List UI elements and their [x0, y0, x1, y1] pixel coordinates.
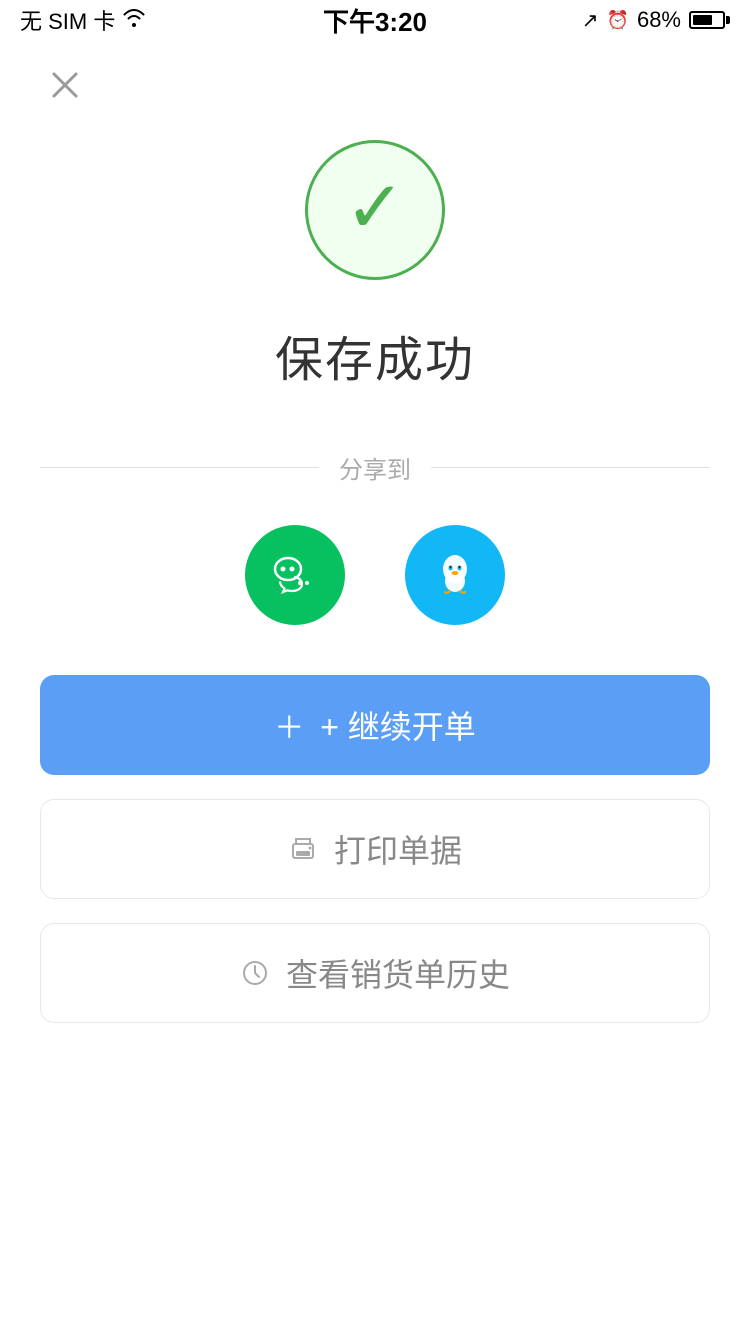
history-button[interactable]: 查看销货单历史	[40, 923, 710, 1023]
check-icon: ✓	[345, 172, 405, 244]
battery-icon	[689, 11, 730, 29]
share-divider-row: 分享到	[40, 450, 710, 485]
success-circle: ✓	[305, 140, 445, 280]
share-icons-row	[40, 525, 710, 625]
battery-label: 68%	[637, 7, 681, 33]
share-label: 分享到	[339, 450, 411, 485]
status-left: 无 SIM 卡	[20, 4, 145, 36]
plus-icon: ＋	[274, 703, 304, 747]
status-time: 下午3:20	[323, 2, 427, 39]
divider-left	[40, 467, 319, 468]
location-icon: ↗	[582, 8, 599, 33]
wifi-icon	[123, 7, 145, 33]
close-button[interactable]	[40, 60, 90, 110]
divider-right	[431, 467, 710, 468]
main-content: ✓ 保存成功 分享到	[0, 40, 750, 1063]
success-title: 保存成功	[275, 320, 475, 390]
history-label: 查看销货单历史	[286, 950, 510, 996]
alarm-icon: ⏰	[607, 10, 629, 31]
status-bar: 无 SIM 卡 下午3:20 ↗ ⏰ 68%	[0, 0, 750, 40]
qq-share-button[interactable]	[405, 525, 505, 625]
print-label: 打印单据	[334, 826, 462, 872]
printer-icon	[288, 834, 318, 864]
share-section: 分享到	[40, 450, 710, 625]
status-right: ↗ ⏰ 68%	[582, 7, 730, 33]
carrier-label: 无 SIM 卡	[20, 4, 115, 36]
wechat-share-button[interactable]	[245, 525, 345, 625]
continue-label: + 继续开单	[320, 702, 476, 748]
continue-button[interactable]: ＋ + 继续开单	[40, 675, 710, 775]
actions-section: ＋ + 继续开单 打印单据 查看销货单历	[40, 675, 710, 1023]
history-icon	[240, 958, 270, 988]
print-button[interactable]: 打印单据	[40, 799, 710, 899]
